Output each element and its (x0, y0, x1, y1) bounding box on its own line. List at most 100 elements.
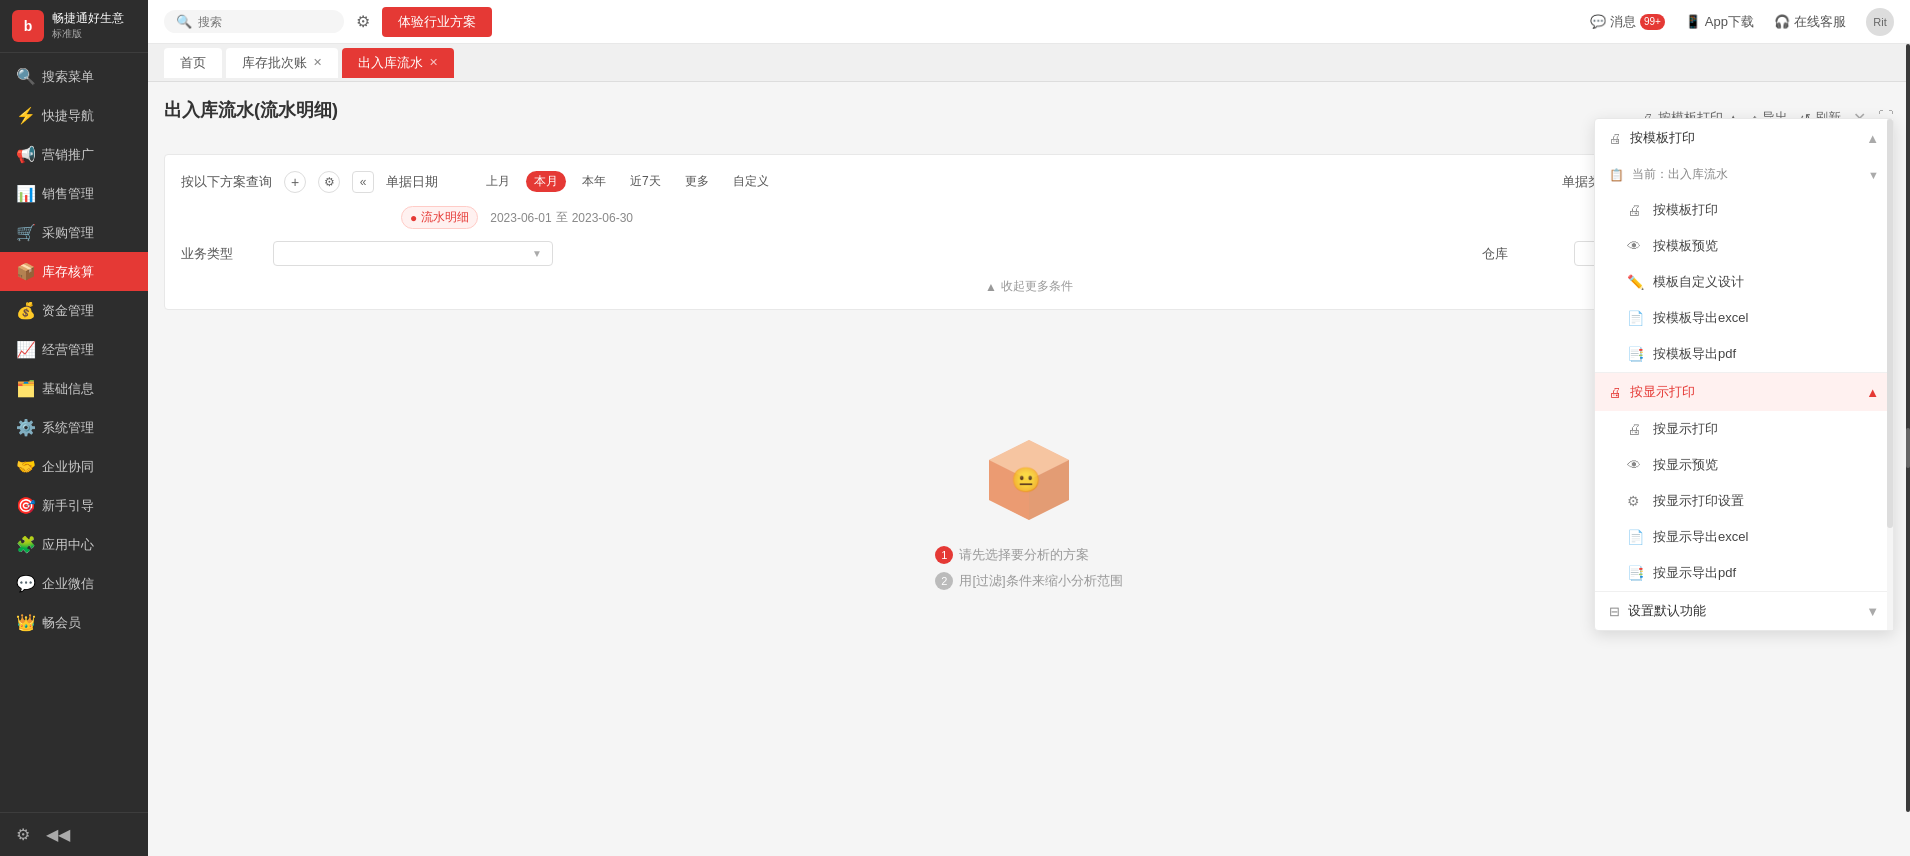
display-export-excel-item[interactable]: 📄 按显示导出excel (1595, 519, 1893, 555)
filter-add-button[interactable]: + (284, 171, 306, 193)
current-template-arrow: ▼ (1868, 169, 1879, 181)
tab-flow-close-icon[interactable]: ✕ (429, 56, 438, 69)
tab-batch-account[interactable]: 库存批次账 ✕ (226, 48, 338, 78)
sidebar-item-wechat[interactable]: 💬 企业微信 (0, 564, 148, 603)
crown-icon: 👑 (16, 613, 34, 632)
online-service-button[interactable]: 🎧 在线客服 (1774, 13, 1846, 31)
set-default-header[interactable]: ⊟ 设置默认功能 ▼ (1595, 592, 1893, 630)
empty-tip-1: 1 请先选择要分析的方案 (935, 546, 1122, 564)
sidebar-label-purchase: 采购管理 (42, 224, 94, 242)
sidebar-item-quick-nav[interactable]: ⚡ 快捷导航 (0, 96, 148, 135)
template-print-item-label: 按模板打印 (1653, 201, 1718, 219)
sidebar-label-wechat: 企业微信 (42, 575, 94, 593)
date-from: 2023-06-01 (490, 211, 551, 225)
pdf-item-icon: 📑 (1627, 346, 1645, 362)
tip-number-1: 1 (935, 546, 953, 564)
current-template: 📋 当前：出入库流水 ▼ (1595, 157, 1893, 192)
search-topbar-icon: 🔍 (176, 14, 192, 29)
sidebar-label-marketing: 营销推广 (42, 146, 94, 164)
business-type-arrow: ▼ (532, 248, 542, 259)
display-export-pdf-item[interactable]: 📑 按显示导出pdf (1595, 555, 1893, 591)
user-avatar-button[interactable]: Rit (1866, 8, 1894, 36)
tab-flow[interactable]: 出入库流水 ✕ (342, 48, 454, 78)
date-label: 单据日期 (386, 173, 466, 191)
collapse-sidebar-icon[interactable]: ◀◀ (46, 825, 70, 844)
business-type-value (284, 246, 288, 261)
sidebar-item-system[interactable]: ⚙️ 系统管理 (0, 408, 148, 447)
template-print-header[interactable]: 🖨 按模板打印 ▲ (1595, 119, 1893, 157)
design-item-icon: ✏️ (1627, 274, 1645, 290)
display-preview-item[interactable]: 👁 按显示预览 (1595, 447, 1893, 483)
collapse-more-conditions[interactable]: ▲ 收起更多条件 (985, 278, 1073, 295)
sidebar-item-apps[interactable]: 🧩 应用中心 (0, 525, 148, 564)
print-item-icon: 🖨 (1627, 202, 1645, 218)
filter-section-title: 按以下方案查询 (181, 173, 272, 191)
sidebar-item-member[interactable]: 👑 畅会员 (0, 603, 148, 642)
date-preset-7days[interactable]: 近7天 (622, 171, 669, 192)
page-content: 出入库流水(流水明细) 🖨 按模板打印 ▲ ↑ 导出 ↺ 刷新 ✕ ⛶ (148, 82, 1910, 856)
template-print-item[interactable]: 🖨 按模板打印 (1595, 192, 1893, 228)
sidebar-label-inventory: 库存核算 (42, 263, 94, 281)
sidebar-item-basic[interactable]: 🗂️ 基础信息 (0, 369, 148, 408)
template-export-excel-item[interactable]: 📄 按模板导出excel (1595, 300, 1893, 336)
collapse-label: 收起更多条件 (1001, 278, 1073, 295)
empty-illustration: 😐 (979, 430, 1079, 530)
business-type-select[interactable]: ▼ (273, 241, 553, 266)
app-download-button[interactable]: 📱 App下载 (1685, 13, 1754, 31)
topbar-gear-icon[interactable]: ⚙ (356, 12, 370, 31)
sidebar-label-apps: 应用中心 (42, 536, 94, 554)
sidebar-item-marketing[interactable]: 📢 营销推广 (0, 135, 148, 174)
display-print-item[interactable]: 🖨 按显示打印 (1595, 411, 1893, 447)
sidebar-item-search[interactable]: 🔍 搜索菜单 (0, 57, 148, 96)
template-custom-design-item[interactable]: ✏️ 模板自定义设计 (1595, 264, 1893, 300)
app-logo: b 畅捷通好生意 标准版 (0, 0, 148, 53)
sidebar-item-inventory[interactable]: 📦 库存核算 (0, 252, 148, 291)
industry-solution-button[interactable]: 体验行业方案 (382, 7, 492, 37)
lightning-icon: ⚡ (16, 106, 34, 125)
sidebar-item-purchase[interactable]: 🛒 采购管理 (0, 213, 148, 252)
logo-icon: b (12, 10, 44, 42)
display-print-section: 🖨 按显示打印 ▲ 🖨 按显示打印 👁 按显示预览 ⚙ 按显示打印设置 (1595, 373, 1893, 592)
display-print-settings-item[interactable]: ⚙ 按显示打印设置 (1595, 483, 1893, 519)
display-settings-icon: ⚙ (1627, 493, 1645, 509)
message-button[interactable]: 💬 消息 99+ (1590, 13, 1665, 31)
sidebar-label-sales: 销售管理 (42, 185, 94, 203)
money-icon: 💰 (16, 301, 34, 320)
template-preview-item[interactable]: 👁 按模板预览 (1595, 228, 1893, 264)
message-label: 消息 (1610, 13, 1636, 31)
logo-text-block: 畅捷通好生意 标准版 (52, 11, 124, 41)
current-template-label: 当前：出入库流水 (1632, 166, 1728, 183)
display-pdf-icon: 📑 (1627, 565, 1645, 581)
settings-footer-icon[interactable]: ⚙ (16, 825, 30, 844)
date-preset-this-year[interactable]: 本年 (574, 171, 614, 192)
sidebar-nav: 🔍 搜索菜单 ⚡ 快捷导航 📢 营销推广 📊 销售管理 🛒 采购管理 📦 库存核… (0, 53, 148, 812)
topbar-search-box[interactable]: 🔍 (164, 10, 344, 33)
filter-settings-button[interactable]: ⚙ (318, 171, 340, 193)
display-print-label: 按显示打印 (1653, 420, 1718, 438)
tab-batch-close-icon[interactable]: ✕ (313, 56, 322, 69)
sidebar-item-enterprise[interactable]: 🤝 企业协同 (0, 447, 148, 486)
message-icon: 💬 (1590, 14, 1606, 29)
date-preset-this-month[interactable]: 本月 (526, 171, 566, 192)
date-preset-custom[interactable]: 自定义 (725, 171, 777, 192)
template-export-pdf-item[interactable]: 📑 按模板导出pdf (1595, 336, 1893, 372)
print-dropdown-panel: 🖨 按模板打印 ▲ 📋 当前：出入库流水 ▼ 🖨 按模板打印 👁 (1594, 118, 1894, 631)
template-excel-label: 按模板导出excel (1653, 309, 1748, 327)
tab-home[interactable]: 首页 (164, 48, 222, 78)
date-preset-last-month[interactable]: 上月 (478, 171, 518, 192)
date-preset-more[interactable]: 更多 (677, 171, 717, 192)
gear-icon: ⚙️ (16, 418, 34, 437)
display-print-header[interactable]: 🖨 按显示打印 ▲ (1595, 373, 1893, 411)
search-input[interactable] (198, 15, 332, 29)
sidebar-label-enterprise: 企业协同 (42, 458, 94, 476)
sidebar-item-guide[interactable]: 🎯 新手引导 (0, 486, 148, 525)
tab-batch-label: 库存批次账 (242, 54, 307, 72)
sidebar-item-finance[interactable]: 💰 资金管理 (0, 291, 148, 330)
display-print-section-icon: 🖨 (1609, 385, 1622, 400)
filter-collapse-button[interactable]: « (352, 171, 374, 193)
sidebar-item-sales[interactable]: 📊 销售管理 (0, 174, 148, 213)
tab-home-label: 首页 (180, 54, 206, 72)
topbar: 🔍 ⚙ 体验行业方案 💬 消息 99+ 📱 App下载 🎧 在线客服 Rit (148, 0, 1910, 44)
template-preview-label: 按模板预览 (1653, 237, 1718, 255)
sidebar-item-operation[interactable]: 📈 经营管理 (0, 330, 148, 369)
